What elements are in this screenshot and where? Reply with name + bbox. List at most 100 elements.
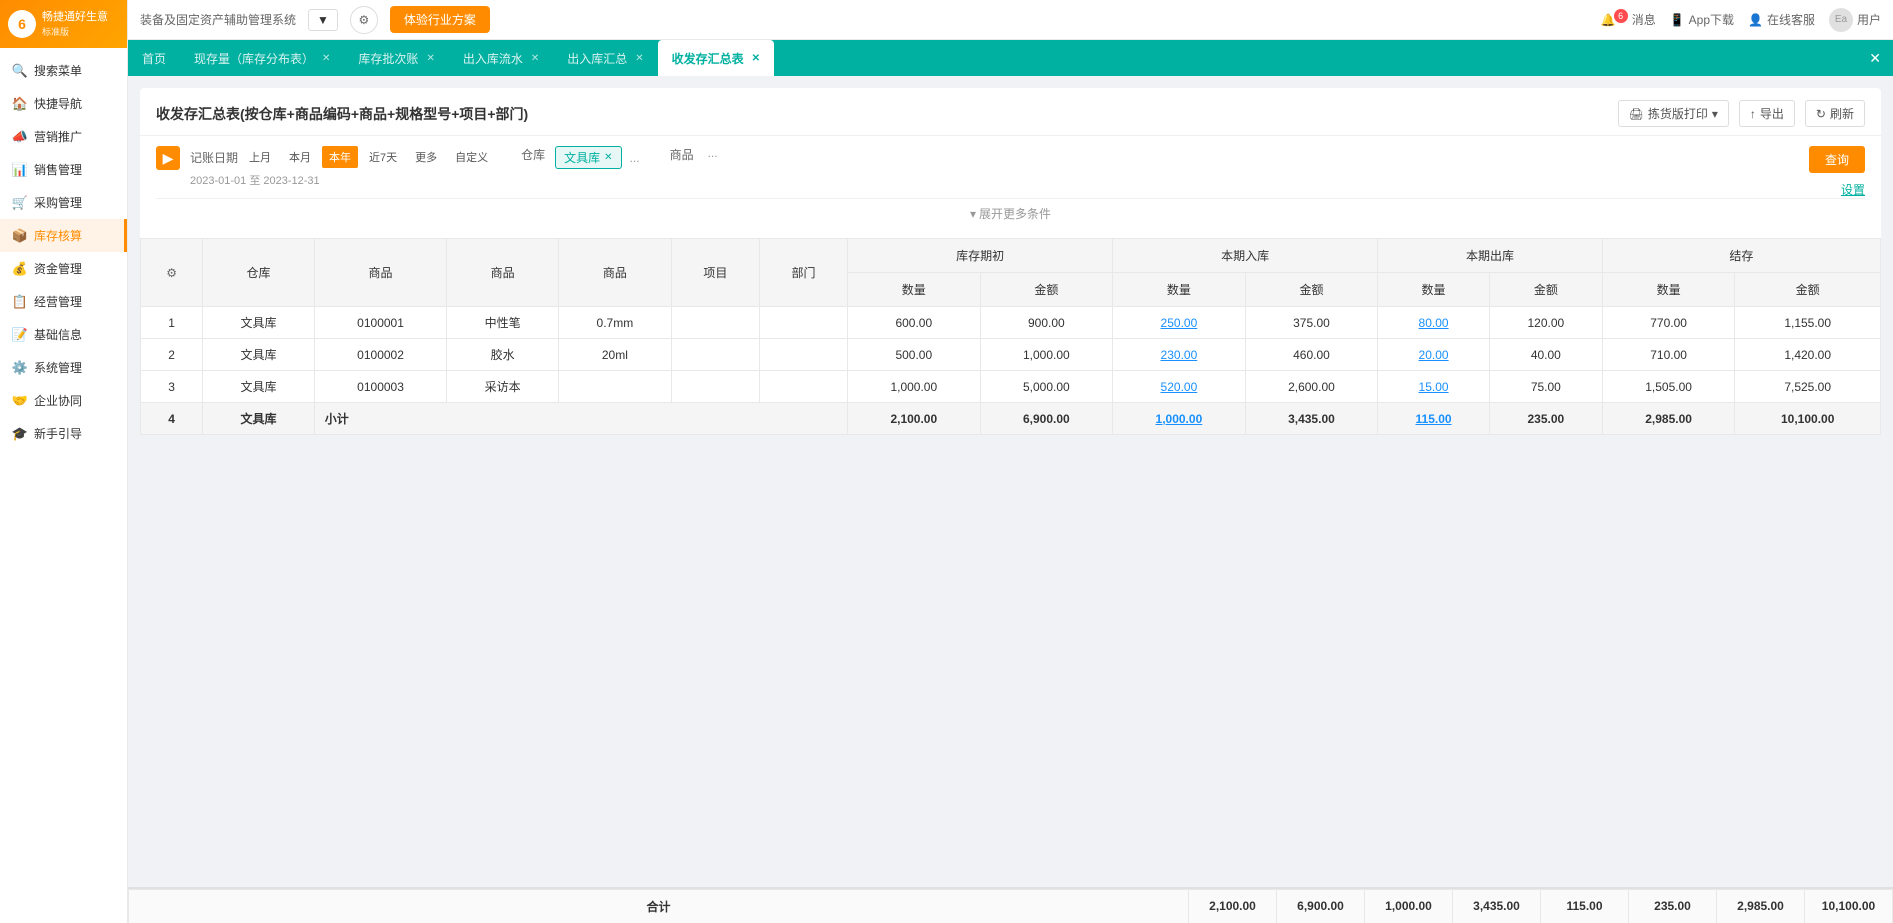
- settings-button[interactable]: ⚙: [350, 6, 378, 34]
- cell-code: 0100001: [314, 307, 447, 339]
- th-out-qty: 数量: [1378, 273, 1490, 307]
- tab-recv-send-summary-close[interactable]: ✕: [752, 53, 760, 64]
- tab-inout-flow[interactable]: 出入库流水 ✕: [449, 40, 553, 76]
- filter-warehouse-more[interactable]: ...: [626, 149, 644, 167]
- cell-seq: 3: [141, 371, 203, 403]
- sidebar-item-newbie[interactable]: 🎓 新手引导: [0, 417, 127, 450]
- filter-date-section: 记账日期 上月 本月 本年 近7天 更多 自定义 2023-01-01 至 20…: [190, 146, 495, 188]
- th-init-stock: 库存期初: [848, 239, 1113, 273]
- th-code: 商品: [314, 239, 447, 307]
- newbie-icon: 🎓: [12, 426, 28, 442]
- trial-button[interactable]: 体验行业方案: [390, 6, 490, 33]
- sidebar-item-quick-nav[interactable]: 🏠 快捷导航: [0, 87, 127, 120]
- app-download[interactable]: 📱 App下载: [1670, 11, 1734, 28]
- filter-date-7days[interactable]: 近7天: [362, 146, 404, 168]
- th-out-amt: 金额: [1489, 273, 1602, 307]
- print-template-label: 拣货版打印: [1648, 105, 1708, 122]
- tab-home[interactable]: 首页: [128, 40, 180, 76]
- table-row: 2 文具库 0100002 胶水 20ml 500.00 1,000.00 23…: [141, 339, 1881, 371]
- tab-recv-send-summary[interactable]: 收发存汇总表 ✕: [658, 40, 774, 76]
- filter-row-1: ▶ 记账日期 上月 本月 本年 近7天 更多 自定义 2023-01-01 至 …: [156, 146, 1865, 198]
- filter-date-more[interactable]: 更多: [408, 146, 444, 168]
- th-init-amt: 金额: [980, 273, 1113, 307]
- filter-date-last-month[interactable]: 上月: [242, 146, 278, 168]
- cell-in-qty-link[interactable]: 230.00: [1113, 339, 1246, 371]
- marketing-icon: 📣: [12, 129, 28, 145]
- tab-inventory-dist[interactable]: 现存量（库存分布表） ✕: [180, 40, 344, 76]
- sidebar-item-operations[interactable]: 📋 经营管理: [0, 285, 127, 318]
- tab-batch-close[interactable]: ✕: [426, 53, 434, 64]
- filter-goods-more[interactable]: ...: [708, 146, 718, 160]
- cell-in-qty-link[interactable]: 250.00: [1113, 307, 1246, 339]
- th-dept: 部门: [759, 239, 847, 307]
- sidebar-item-search[interactable]: 🔍 搜索菜单: [0, 54, 127, 87]
- inventory-icon: 📦: [12, 228, 28, 244]
- query-button[interactable]: 查询: [1809, 146, 1865, 173]
- filter-expand-button[interactable]: ▶: [156, 146, 180, 170]
- filter-date-options: 记账日期 上月 本月 本年 近7天 更多 自定义: [190, 146, 495, 168]
- cell-init-qty: 600.00: [848, 307, 981, 339]
- app-label: App下载: [1689, 11, 1734, 28]
- sidebar-item-enterprise[interactable]: 🤝 企业协同: [0, 384, 127, 417]
- tab-inout-flow-close[interactable]: ✕: [531, 53, 539, 64]
- export-button[interactable]: ↑ 导出: [1739, 100, 1795, 127]
- cell-out-amt: 40.00: [1489, 339, 1602, 371]
- tab-inout-summary[interactable]: 出入库汇总 ✕: [553, 40, 657, 76]
- sidebar-item-purchase[interactable]: 🛒 采购管理: [0, 186, 127, 219]
- refresh-button[interactable]: ↻ 刷新: [1805, 100, 1865, 127]
- sidebar-item-label: 新手引导: [34, 425, 82, 442]
- sidebar-item-marketing[interactable]: 📣 营销推广: [0, 120, 127, 153]
- table-subtotal-row: 4 文具库 小计 2,100.00 6,900.00 1,000.00 3,43…: [141, 403, 1881, 435]
- cell-warehouse: 文具库: [203, 371, 315, 403]
- notification-area[interactable]: 🔔 6 消息: [1601, 11, 1656, 28]
- print-template-button[interactable]: 🖨 拣货版打印 ▾: [1618, 100, 1729, 127]
- settings-link[interactable]: 设置: [1841, 181, 1865, 198]
- purchase-icon: 🛒: [12, 195, 28, 211]
- filter-query-section: 查询 设置: [1809, 146, 1865, 198]
- cell-out-qty-link[interactable]: 20.00: [1378, 339, 1490, 371]
- filter-date-range: 2023-01-01 至 2023-12-31: [190, 172, 495, 188]
- filter-date-custom[interactable]: 自定义: [448, 146, 495, 168]
- tab-inout-summary-close[interactable]: ✕: [635, 53, 643, 64]
- sidebar-item-label: 经营管理: [34, 293, 82, 310]
- sidebar-item-sales[interactable]: 📊 销售管理: [0, 153, 127, 186]
- print-icon: 🖨: [1629, 107, 1644, 121]
- user-menu[interactable]: Ea 用户: [1829, 8, 1881, 32]
- cell-out-amt: 75.00: [1489, 371, 1602, 403]
- subtotal-label: 小计: [314, 403, 847, 435]
- sidebar-item-inventory[interactable]: 📦 库存核算: [0, 219, 127, 252]
- enterprise-icon: 🤝: [12, 393, 28, 409]
- filter-date-this-year[interactable]: 本年: [322, 146, 358, 168]
- subtotal-in-amt: 3,435.00: [1245, 403, 1378, 435]
- topbar-right: 🔔 6 消息 📱 App下载 👤 在线客服 Ea 用户: [1601, 8, 1881, 32]
- subtotal-seq: 4: [141, 403, 203, 435]
- sidebar-item-basic-info[interactable]: 📝 基础信息: [0, 318, 127, 351]
- tabbar-close-all[interactable]: ✕: [1857, 50, 1893, 67]
- filter-warehouse-tag-close[interactable]: ✕: [604, 152, 612, 163]
- table-settings-icon[interactable]: ⚙: [166, 266, 177, 280]
- tab-batch[interactable]: 库存批次账 ✕: [344, 40, 448, 76]
- main-area: 装备及固定资产辅助管理系统 ▼ ⚙ 体验行业方案 🔔 6 消息 📱 App下载 …: [128, 0, 1893, 923]
- subtotal-in-qty[interactable]: 1,000.00: [1113, 403, 1246, 435]
- filter-date-this-month[interactable]: 本月: [282, 146, 318, 168]
- tab-inventory-dist-close[interactable]: ✕: [322, 53, 330, 64]
- system-dropdown[interactable]: ▼: [308, 9, 338, 31]
- th-end-amt: 金额: [1735, 273, 1881, 307]
- subtotal-out-qty[interactable]: 115.00: [1378, 403, 1490, 435]
- sidebar-item-label: 系统管理: [34, 359, 82, 376]
- cell-warehouse: 文具库: [203, 339, 315, 371]
- th-spec: 商品: [558, 239, 671, 307]
- cell-out-qty-link[interactable]: 15.00: [1378, 371, 1490, 403]
- sidebar-item-system[interactable]: ⚙️ 系统管理: [0, 351, 127, 384]
- expand-conditions-button[interactable]: ▾ 展开更多条件: [970, 205, 1051, 222]
- sidebar-item-finance[interactable]: 💰 资金管理: [0, 252, 127, 285]
- finance-icon: 💰: [12, 261, 28, 277]
- cell-out-qty-link[interactable]: 80.00: [1378, 307, 1490, 339]
- support-label: 在线客服: [1767, 11, 1815, 28]
- cell-in-qty-link[interactable]: 520.00: [1113, 371, 1246, 403]
- online-support[interactable]: 👤 在线客服: [1748, 11, 1815, 28]
- th-settings[interactable]: ⚙: [141, 239, 203, 307]
- th-in-amt: 金额: [1245, 273, 1378, 307]
- cell-in-amt: 2,600.00: [1245, 371, 1378, 403]
- cell-init-amt: 5,000.00: [980, 371, 1113, 403]
